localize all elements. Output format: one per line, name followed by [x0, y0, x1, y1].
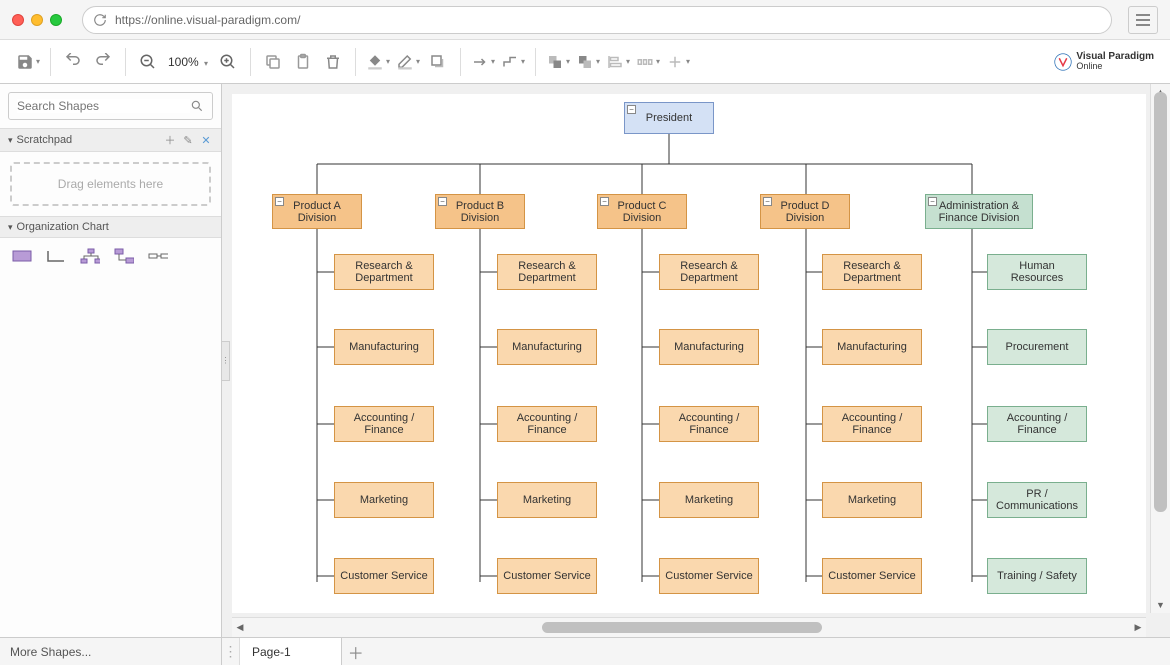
node-child[interactable]: Customer Service [497, 558, 597, 594]
canvas-area[interactable]: ⋮ [222, 84, 1170, 637]
node-child[interactable]: Accounting / Finance [497, 406, 597, 442]
copy-button[interactable] [259, 48, 287, 76]
url-text: https://online.visual-paradigm.com/ [115, 13, 300, 27]
shape-search-input[interactable] [8, 92, 213, 120]
vertical-scrollbar[interactable]: ▲ ▼ [1150, 84, 1170, 613]
node-child[interactable]: Training / Safety [987, 558, 1087, 594]
tab-menu-handle[interactable]: ⋮ [222, 638, 240, 665]
node-child[interactable]: Customer Service [659, 558, 759, 594]
minimize-window-button[interactable] [31, 14, 43, 26]
sidebar-resize-handle[interactable]: ⋮ [222, 341, 230, 381]
node-division[interactable]: −Product D Division [760, 194, 850, 229]
search-icon [190, 99, 204, 113]
redo-button[interactable] [89, 48, 117, 76]
node-child[interactable]: Accounting / Finance [822, 406, 922, 442]
paste-button[interactable] [289, 48, 317, 76]
node-child[interactable]: Research & Department [497, 254, 597, 290]
scratchpad-dropzone[interactable]: Drag elements here [10, 162, 211, 206]
line-color-button[interactable]: ▾ [394, 48, 422, 76]
close-icon[interactable]: ✕ [199, 133, 213, 147]
collapse-icon[interactable]: − [928, 197, 937, 206]
window-controls [12, 14, 62, 26]
bottom-bar: More Shapes... ⋮ Page-1 ＋ [0, 637, 1170, 665]
node-child[interactable]: PR / Communications [987, 482, 1087, 518]
node-child[interactable]: Human Resources [987, 254, 1087, 290]
node-child[interactable]: Accounting / Finance [334, 406, 434, 442]
node-child[interactable]: Research & Department [659, 254, 759, 290]
node-division[interactable]: −Product B Division [435, 194, 525, 229]
node-child[interactable]: Research & Department [334, 254, 434, 290]
node-child[interactable]: Marketing [334, 482, 434, 518]
brand-logo[interactable]: Visual ParadigmOnline [1054, 52, 1162, 71]
node-child[interactable]: Research & Department [822, 254, 922, 290]
node-president[interactable]: − President [624, 102, 714, 134]
scroll-down-arrow[interactable]: ▼ [1151, 597, 1170, 613]
node-division[interactable]: −Product A Division [272, 194, 362, 229]
browser-menu-button[interactable] [1128, 6, 1158, 34]
shape-tree[interactable] [80, 248, 100, 264]
node-child[interactable]: Customer Service [822, 558, 922, 594]
node-child[interactable]: Marketing [822, 482, 922, 518]
vp-logo-icon [1054, 53, 1072, 71]
sidebar: ▾Scratchpad ＋ ✎ ✕ Drag elements here ▾Or… [0, 84, 222, 637]
shape-side[interactable] [114, 248, 134, 264]
shape-elbow[interactable] [46, 248, 66, 264]
more-shapes-button[interactable]: More Shapes... [0, 638, 222, 665]
edit-icon[interactable]: ✎ [181, 133, 195, 147]
collapse-icon[interactable]: − [763, 197, 772, 206]
shape-stack[interactable] [148, 248, 168, 264]
node-child[interactable]: Accounting / Finance [659, 406, 759, 442]
add-page-button[interactable]: ＋ [342, 640, 370, 664]
horizontal-scroll-thumb[interactable] [542, 622, 822, 633]
canvas[interactable]: − President −Product A Division Research … [232, 94, 1146, 613]
shape-unit[interactable] [12, 248, 32, 264]
to-front-button[interactable]: ▾ [544, 48, 572, 76]
connection-button[interactable]: ▾ [469, 48, 497, 76]
node-child[interactable]: Accounting / Finance [987, 406, 1087, 442]
collapse-icon[interactable]: − [275, 197, 284, 206]
node-division[interactable]: −Administration & Finance Division [925, 194, 1033, 229]
collapse-icon[interactable]: − [600, 197, 609, 206]
collapse-icon[interactable]: − [438, 197, 447, 206]
node-child[interactable]: Marketing [659, 482, 759, 518]
scratchpad-header[interactable]: ▾Scratchpad ＋ ✎ ✕ [0, 128, 221, 152]
tab-page-1[interactable]: Page-1 [240, 638, 342, 665]
close-window-button[interactable] [12, 14, 24, 26]
insert-button[interactable]: ▾ [664, 48, 692, 76]
vertical-scroll-thumb[interactable] [1154, 92, 1167, 512]
node-child[interactable]: Manufacturing [334, 329, 434, 365]
node-division[interactable]: −Product C Division [597, 194, 687, 229]
align-button[interactable]: ▾ [604, 48, 632, 76]
shape-palette [0, 238, 221, 274]
maximize-window-button[interactable] [50, 14, 62, 26]
node-child[interactable]: Customer Service [334, 558, 434, 594]
save-button[interactable]: ▾ [14, 48, 42, 76]
delete-button[interactable] [319, 48, 347, 76]
to-back-button[interactable]: ▾ [574, 48, 602, 76]
node-child[interactable]: Manufacturing [497, 329, 597, 365]
url-bar[interactable]: https://online.visual-paradigm.com/ [82, 6, 1112, 34]
horizontal-scrollbar[interactable]: ◀ ▶ [232, 617, 1146, 637]
undo-button[interactable] [59, 48, 87, 76]
add-icon[interactable]: ＋ [163, 133, 177, 147]
node-child[interactable]: Marketing [497, 482, 597, 518]
node-child[interactable]: Procurement [987, 329, 1087, 365]
node-child[interactable]: Manufacturing [822, 329, 922, 365]
scroll-right-arrow[interactable]: ▶ [1130, 618, 1146, 637]
node-child[interactable]: Manufacturing [659, 329, 759, 365]
orgchart-palette-header[interactable]: ▾Organization Chart [0, 216, 221, 238]
brand-text: Visual ParadigmOnline [1076, 52, 1154, 71]
collapse-icon[interactable]: − [627, 105, 636, 114]
zoom-level[interactable]: 100% ▾ [164, 55, 212, 69]
fill-color-button[interactable]: ▾ [364, 48, 392, 76]
waypoint-button[interactable]: ▾ [499, 48, 527, 76]
browser-chrome: https://online.visual-paradigm.com/ [0, 0, 1170, 40]
reload-icon[interactable] [93, 13, 107, 27]
zoom-out-button[interactable] [134, 48, 162, 76]
zoom-in-button[interactable] [214, 48, 242, 76]
scroll-left-arrow[interactable]: ◀ [232, 618, 248, 637]
toolbar: ▾ 100% ▾ ▾ ▾ ▾ ▾ ▾ ▾ ▾ ▾ ▾ Visual Paradi… [0, 40, 1170, 84]
shadow-button[interactable] [424, 48, 452, 76]
distribute-button[interactable]: ▾ [634, 48, 662, 76]
